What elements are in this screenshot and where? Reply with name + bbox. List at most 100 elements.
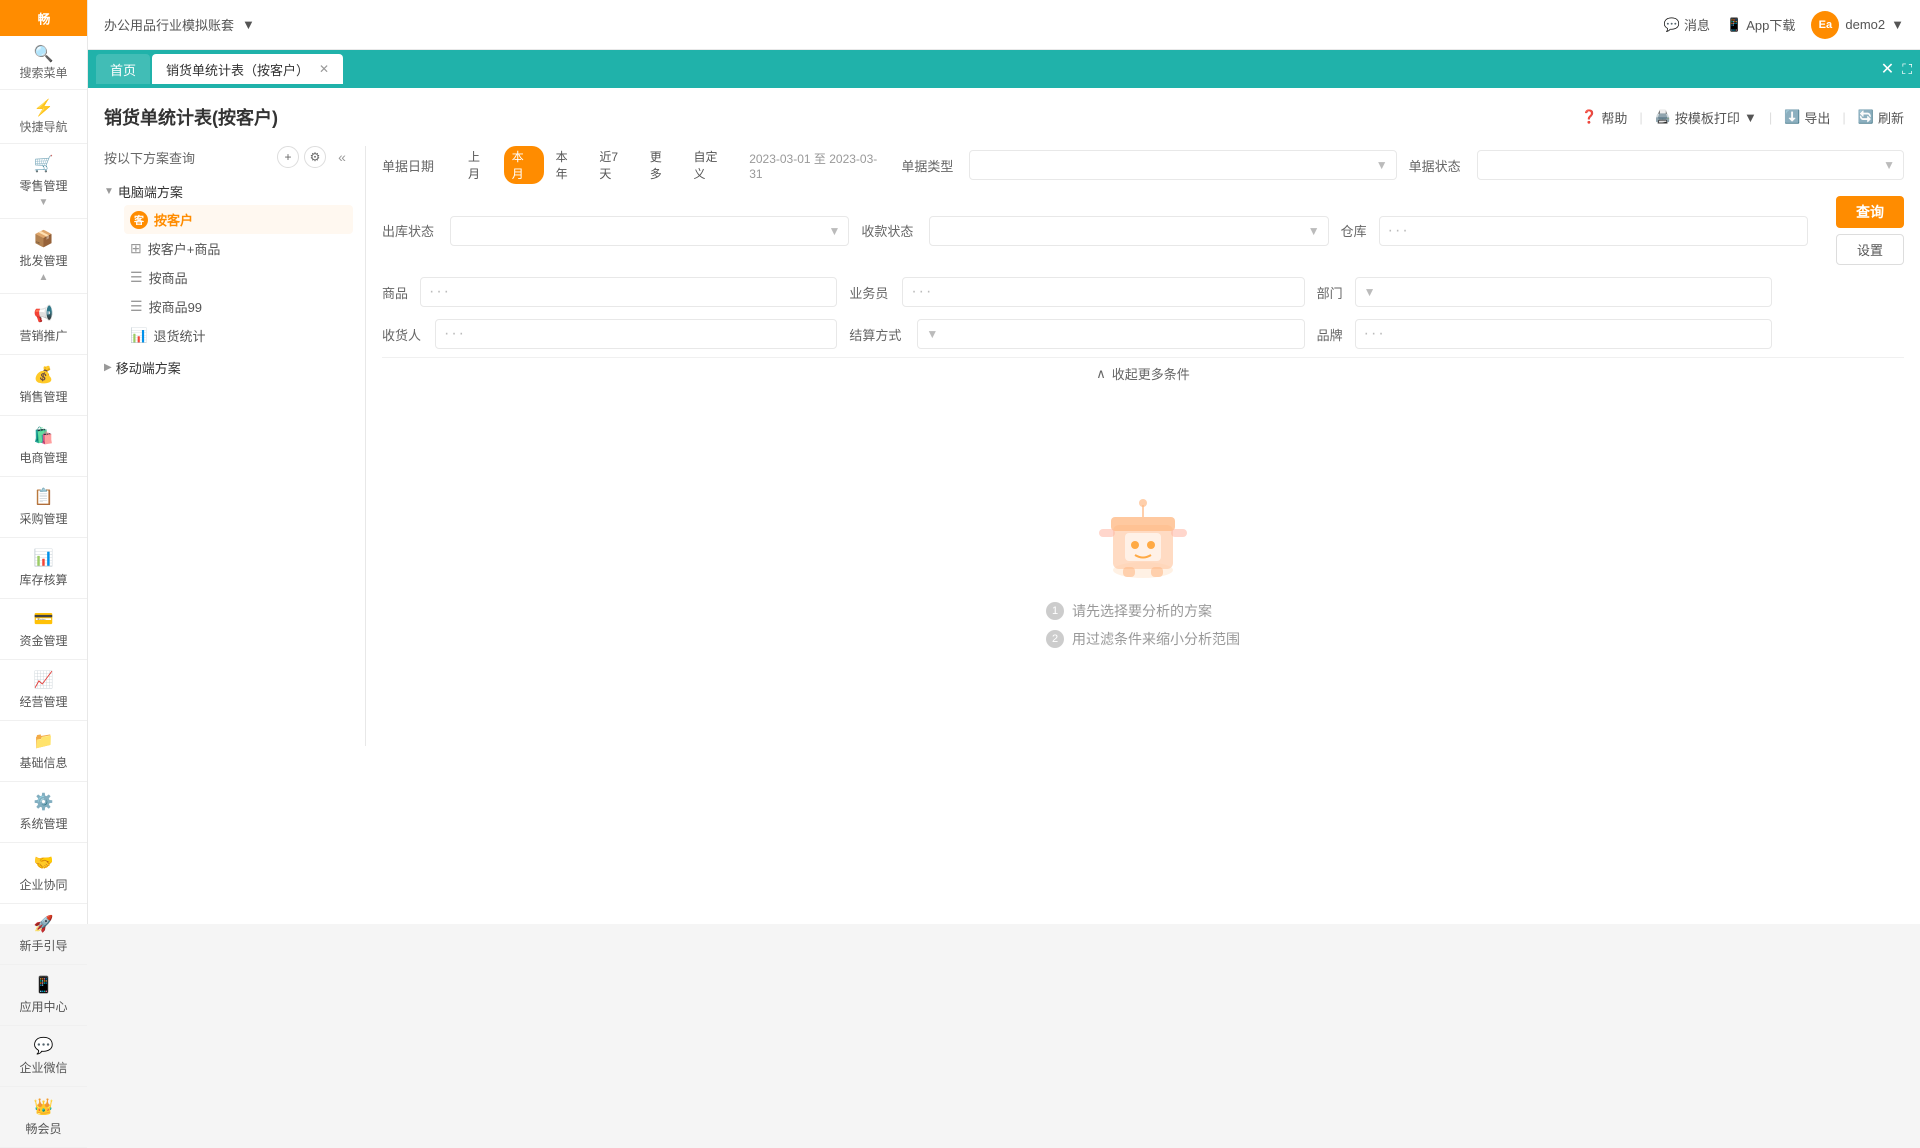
logo[interactable]: 畅 [0,0,87,36]
settings-scheme-button[interactable]: ⚙ [304,146,326,168]
brand-label: 品牌 [1317,325,1347,344]
cooperation-icon: 🤝 [34,853,54,873]
dropdown-icon: ▼ [1364,285,1376,299]
tree-desktop-children: 客 按客户 ⊞ 按客户+商品 ☰ 按商品 [104,205,353,350]
table-icon: ☰ [130,269,143,286]
product-select[interactable]: ··· [420,277,837,307]
doc-type-select[interactable]: ▼ [969,150,1396,180]
tree-desktop-header[interactable]: ▼ 电脑端方案 [104,178,353,205]
doc-status-select[interactable]: ▼ [1477,150,1904,180]
wechat-icon: 💬 [34,1036,54,1056]
sidebar-item-wholesale[interactable]: 📦 批发管理 ▲ [0,219,87,294]
maximize-icon[interactable]: ⛶ [1902,61,1912,78]
receiver-filter: 收货人 ··· [382,319,837,349]
date-tab-more[interactable]: 更多 [642,146,682,184]
receiver-select[interactable]: ··· [435,319,837,349]
date-tab-this-month[interactable]: 本月 [504,146,544,184]
search-menu[interactable]: 🔍 搜索菜单 [0,36,87,90]
collapse-filters-button[interactable]: ∧ 收起更多条件 [382,357,1904,389]
sidebar-item-guide[interactable]: 🚀 新手引导 [0,904,87,965]
receiver-label: 收货人 [382,325,427,344]
topbar-right: 💬 消息 📱 App下载 Ea demo2 ▼ [1664,11,1904,39]
sidebar: 畅 🔍 搜索菜单 ⚡ 快捷导航 🛒 零售管理 ▼ 📦 批发管理 ▲ 📢 营销推广… [0,0,88,924]
out-status-select[interactable]: ▼ [450,216,849,246]
sidebar-item-retail[interactable]: 🛒 零售管理 ▼ [0,144,87,219]
message-button[interactable]: 💬 消息 [1664,15,1710,34]
table-icon: ☰ [130,298,143,315]
date-tab-custom[interactable]: 自定义 [686,146,738,184]
bar-chart-icon: 📊 [130,327,147,344]
warehouse-select[interactable]: ··· [1379,216,1808,246]
left-panel: 按以下方案查询 + ⚙ « ▼ 电脑端方案 [104,146,366,746]
sidebar-item-sales[interactable]: 💰 销售管理 [0,355,87,416]
settings-button[interactable]: 设置 [1836,234,1904,265]
tab-sales-stat[interactable]: 销货单统计表（按客户） ✕ [152,54,343,84]
sidebar-item-appstore[interactable]: 📱 应用中心 [0,965,87,1026]
sidebar-item-basic[interactable]: 📁 基础信息 [0,721,87,782]
chevron-down-icon: ▼ [1744,110,1757,125]
out-status-filter: 出库状态 ▼ [382,216,849,246]
refresh-button[interactable]: 🔄 刷新 [1858,108,1904,127]
dropdown-icon: ▼ [926,327,938,341]
salesperson-filter: 业务员 ··· [849,277,1304,307]
purchase-icon: 📋 [34,487,54,507]
quick-nav[interactable]: ⚡ 快捷导航 [0,90,87,144]
sidebar-item-ecommerce[interactable]: 🛍️ 电商管理 [0,416,87,477]
sidebar-item-finance[interactable]: 💳 资金管理 [0,599,87,660]
salesperson-select[interactable]: ··· [902,277,1304,307]
scheme-returns-stat[interactable]: 📊 退货统计 [124,321,353,350]
member-icon: 👑 [34,1097,54,1117]
payment-select[interactable]: ▼ [917,319,1304,349]
operation-icon: 📈 [34,670,54,690]
date-tab-this-year[interactable]: 本年 [548,146,588,184]
sidebar-item-cooperation[interactable]: 🤝 企业协同 [0,843,87,904]
doc-type-filter: 单据类型 ▼ [901,150,1396,180]
empty-tip-2: 2 用过滤条件来缩小分析范围 [1046,629,1240,649]
main-layout: 按以下方案查询 + ⚙ « ▼ 电脑端方案 [104,146,1904,746]
page-actions: ❓ 帮助 | 🖨️ 按模板打印 ▼ | ⬇️ 导出 | [1581,108,1904,127]
export-button[interactable]: ⬇️ 导出 [1784,108,1830,127]
help-icon: ❓ [1581,109,1597,125]
sidebar-item-wechat[interactable]: 💬 企业微信 [0,1026,87,1087]
sidebar-item-operation[interactable]: 📈 经营管理 [0,660,87,721]
sales-icon: 💰 [34,365,54,385]
tab-home[interactable]: 首页 [96,54,150,84]
account-dropdown[interactable]: ▼ [242,17,255,32]
sidebar-item-member[interactable]: 👑 畅会员 [0,1087,87,1148]
dropdown-icon: ▼ [1308,224,1320,238]
basic-icon: 📁 [34,731,54,751]
scheme-by-product[interactable]: ☰ 按商品 [124,263,353,292]
add-scheme-button[interactable]: + [277,146,299,168]
template-print-button[interactable]: 🖨️ 按模板打印 ▼ [1655,108,1757,127]
receipt-status-label: 收款状态 [861,221,921,240]
collapse-panel-button[interactable]: « [331,146,353,168]
close-window-icon[interactable]: ✕ [1881,59,1894,79]
tree-mobile-header[interactable]: ▶ 移动端方案 [104,354,353,381]
user-menu[interactable]: Ea demo2 ▼ [1811,11,1904,39]
scheme-by-customer-product[interactable]: ⊞ 按客户+商品 [124,234,353,263]
sidebar-item-inventory[interactable]: 📊 库存核算 [0,538,87,599]
sidebar-item-system[interactable]: ⚙️ 系统管理 [0,782,87,843]
topbar: 办公用品行业模拟账套 ▼ 💬 消息 📱 App下载 Ea demo2 ▼ [88,0,1920,50]
date-label: 单据日期 [382,156,452,175]
receipt-status-select[interactable]: ▼ [929,216,1328,246]
department-label: 部门 [1317,283,1347,302]
scheme-by-product-99[interactable]: ☰ 按商品99 [124,292,353,321]
inventory-icon: 📊 [34,548,54,568]
scheme-by-customer[interactable]: 客 按客户 [124,205,353,234]
department-select[interactable]: ▼ [1355,277,1772,307]
account-title: 办公用品行业模拟账套 [104,15,234,34]
tab-close-button[interactable]: ✕ [319,62,329,76]
sidebar-item-purchase[interactable]: 📋 采购管理 [0,477,87,538]
tabs-bar: 首页 销货单统计表（按客户） ✕ ✕ ⛶ [88,50,1920,88]
warehouse-filter: 仓库 ··· [1341,216,1808,246]
download-icon: 📱 [1726,17,1742,33]
query-button[interactable]: 查询 [1836,196,1904,228]
help-button[interactable]: ❓ 帮助 [1581,108,1627,127]
brand-select[interactable]: ··· [1355,319,1772,349]
date-tab-last-month[interactable]: 上月 [460,146,500,184]
app-download-button[interactable]: 📱 App下载 [1726,15,1795,34]
date-tab-7days[interactable]: 近7天 [591,146,637,184]
warehouse-label: 仓库 [1341,221,1371,240]
sidebar-item-marketing[interactable]: 📢 营销推广 [0,294,87,355]
